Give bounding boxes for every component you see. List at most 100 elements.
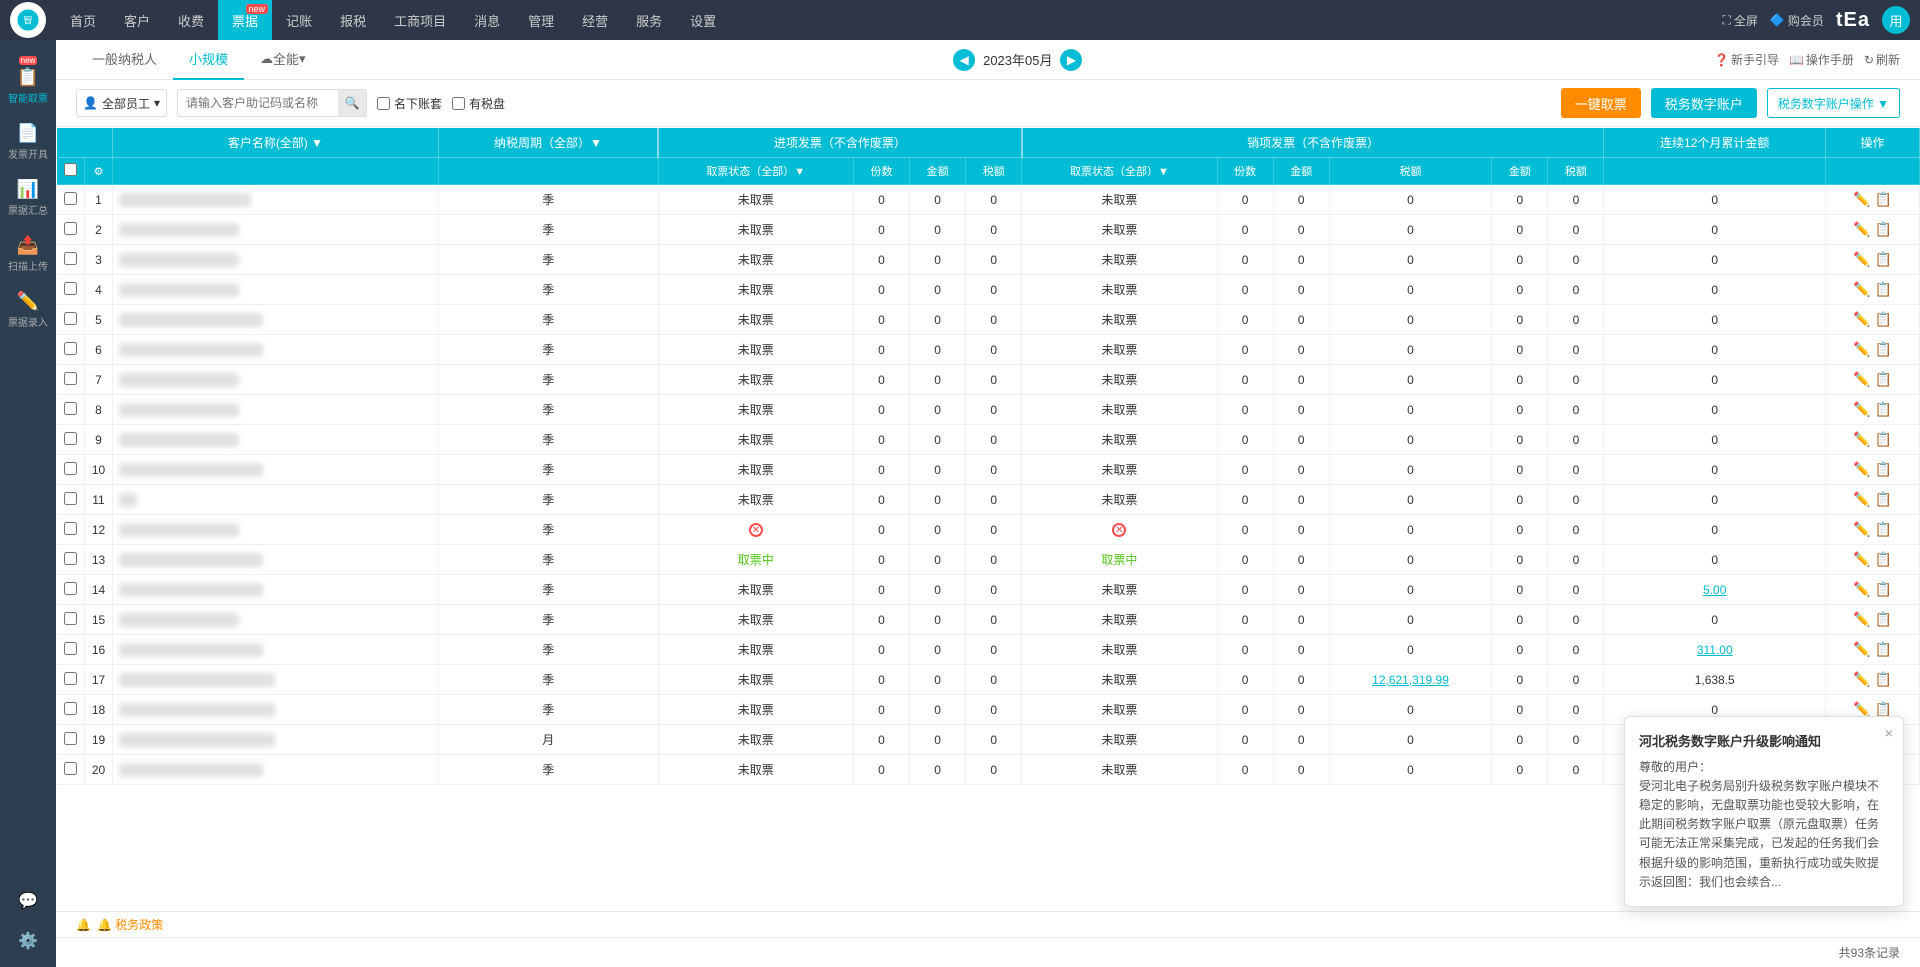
digital-tax-button[interactable]: 税务数字账户: [1651, 88, 1757, 118]
edit-icon[interactable]: ✏️: [1853, 641, 1870, 658]
row-checkbox[interactable]: [64, 462, 77, 475]
copy-icon[interactable]: 📋: [1874, 461, 1891, 478]
copy-icon[interactable]: 📋: [1874, 671, 1891, 688]
copy-icon[interactable]: 📋: [1874, 311, 1891, 328]
sidebar-settings-icon[interactable]: ⚙️: [12, 925, 44, 957]
cumulative-value[interactable]: 311.00: [1697, 643, 1733, 657]
tax-disk-checkbox-item[interactable]: 有税盘: [452, 95, 505, 112]
edit-icon[interactable]: ✏️: [1853, 581, 1870, 598]
nav-ticket[interactable]: 票据 new: [218, 0, 272, 40]
row-checkbox[interactable]: [64, 672, 77, 685]
row-checkbox[interactable]: [64, 192, 77, 205]
edit-icon[interactable]: ✏️: [1853, 401, 1870, 418]
row-checkbox[interactable]: [64, 492, 77, 505]
edit-icon[interactable]: ✏️: [1853, 371, 1870, 388]
copy-icon[interactable]: 📋: [1874, 431, 1891, 448]
copy-icon[interactable]: 📋: [1874, 491, 1891, 508]
next-month-button[interactable]: ▶: [1060, 49, 1082, 71]
copy-icon[interactable]: 📋: [1874, 551, 1891, 568]
nav-client[interactable]: 客户: [110, 0, 164, 40]
copy-icon[interactable]: 📋: [1874, 341, 1891, 358]
prev-month-button[interactable]: ◀: [953, 49, 975, 71]
sidebar-item-invoice-issue[interactable]: 📄 发票开具: [3, 115, 53, 169]
nav-tax[interactable]: 报税: [326, 0, 380, 40]
account-checkbox[interactable]: [377, 97, 390, 110]
nav-home[interactable]: 首页: [56, 0, 110, 40]
copy-icon[interactable]: 📋: [1874, 191, 1891, 208]
refresh-link[interactable]: ↻ 刷新: [1864, 51, 1900, 68]
nav-service[interactable]: 服务: [622, 0, 676, 40]
row-checkbox[interactable]: [64, 342, 77, 355]
member-button[interactable]: 🔷 购会员: [1770, 12, 1824, 29]
avatar[interactable]: 用: [1882, 6, 1910, 34]
edit-icon[interactable]: ✏️: [1853, 611, 1870, 628]
edit-icon[interactable]: ✏️: [1853, 461, 1870, 478]
sidebar-message-icon[interactable]: 💬: [12, 885, 44, 917]
one-click-fetch-button[interactable]: 一键取票: [1561, 88, 1641, 118]
row-checkbox[interactable]: [64, 702, 77, 715]
nav-fee[interactable]: 收费: [164, 0, 218, 40]
copy-icon[interactable]: 📋: [1874, 281, 1891, 298]
search-button[interactable]: 🔍: [338, 89, 366, 117]
nav-message[interactable]: 消息: [460, 0, 514, 40]
account-checkbox-item[interactable]: 名下账套: [377, 95, 442, 112]
copy-icon[interactable]: 📋: [1874, 221, 1891, 238]
row-checkbox[interactable]: [64, 732, 77, 745]
row-checkbox[interactable]: [64, 582, 77, 595]
special-value[interactable]: 12,621,319.99: [1372, 673, 1449, 687]
row-checkbox[interactable]: [64, 282, 77, 295]
copy-icon[interactable]: 📋: [1874, 401, 1891, 418]
tab-general-taxpayer[interactable]: 一般纳税人: [76, 40, 173, 80]
nav-operation[interactable]: 经营: [568, 0, 622, 40]
copy-icon[interactable]: 📋: [1874, 521, 1891, 538]
edit-icon[interactable]: ✏️: [1853, 251, 1870, 268]
sidebar-item-intelligent-ticket[interactable]: new 📋 智能取票: [3, 48, 53, 113]
cumulative-value[interactable]: 5.00: [1703, 583, 1726, 597]
copy-icon[interactable]: 📋: [1874, 371, 1891, 388]
row-checkbox[interactable]: [64, 522, 77, 535]
select-all-checkbox[interactable]: [64, 163, 77, 176]
row-checkbox[interactable]: [64, 252, 77, 265]
sidebar-item-ticket-entry[interactable]: ✏️ 票据录入: [3, 283, 53, 337]
tax-policy-text[interactable]: 🔔 税务政策: [97, 916, 163, 933]
edit-icon[interactable]: ✏️: [1853, 521, 1870, 538]
copy-icon[interactable]: 📋: [1874, 251, 1891, 268]
row-checkbox[interactable]: [64, 762, 77, 775]
edit-icon[interactable]: ✏️: [1853, 671, 1870, 688]
edit-icon[interactable]: ✏️: [1853, 491, 1870, 508]
row-checkbox[interactable]: [64, 372, 77, 385]
copy-icon[interactable]: 📋: [1874, 611, 1891, 628]
sidebar-item-ticket-summary[interactable]: 📊 票据汇总: [3, 171, 53, 225]
digital-tax-ops-button[interactable]: 税务数字账户操作 ▼: [1767, 88, 1900, 118]
edit-icon[interactable]: ✏️: [1853, 431, 1870, 448]
nav-business[interactable]: 工商项目: [380, 0, 460, 40]
nav-manage[interactable]: 管理: [514, 0, 568, 40]
notification-close-button[interactable]: ×: [1885, 725, 1893, 741]
row-checkbox[interactable]: [64, 432, 77, 445]
copy-icon[interactable]: 📋: [1874, 581, 1891, 598]
row-checkbox[interactable]: [64, 552, 77, 565]
row-checkbox[interactable]: [64, 222, 77, 235]
edit-icon[interactable]: ✏️: [1853, 311, 1870, 328]
edit-icon[interactable]: ✏️: [1853, 341, 1870, 358]
row-checkbox[interactable]: [64, 642, 77, 655]
manual-link[interactable]: 📖 操作手册: [1789, 51, 1854, 68]
edit-icon[interactable]: ✏️: [1853, 221, 1870, 238]
row-checkbox[interactable]: [64, 402, 77, 415]
nav-bookkeeping[interactable]: 记账: [272, 0, 326, 40]
edit-icon[interactable]: ✏️: [1853, 191, 1870, 208]
tab-small-scale[interactable]: 小规模: [173, 40, 244, 80]
edit-icon[interactable]: ✏️: [1853, 551, 1870, 568]
edit-icon[interactable]: ✏️: [1853, 281, 1870, 298]
fullscreen-button[interactable]: ⛶ 全屏: [1722, 12, 1757, 29]
row-checkbox[interactable]: [64, 612, 77, 625]
row-checkbox[interactable]: [64, 312, 77, 325]
nav-settings[interactable]: 设置: [676, 0, 730, 40]
employee-select[interactable]: 👤 全部员工 ▾: [76, 89, 167, 117]
search-input[interactable]: [178, 96, 338, 110]
tab-all[interactable]: ☁ 全能 ▾: [244, 40, 322, 80]
tax-disk-checkbox[interactable]: [452, 97, 465, 110]
copy-icon[interactable]: 📋: [1874, 641, 1891, 658]
sidebar-item-scan-upload[interactable]: 📤 扫描上传: [3, 227, 53, 281]
new-guide-link[interactable]: ❓ 新手引导: [1714, 51, 1779, 68]
